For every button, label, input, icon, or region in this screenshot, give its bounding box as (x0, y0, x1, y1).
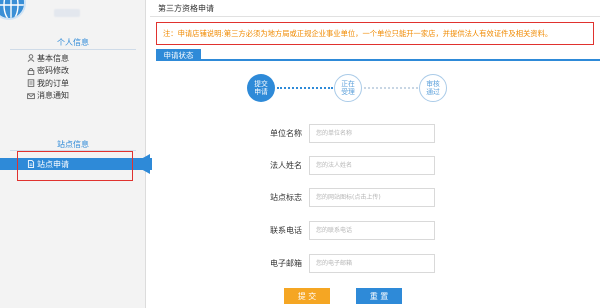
site-info-title: 站点信息 (57, 140, 89, 149)
legal-person-input[interactable] (309, 156, 435, 175)
main-content: 第三方资格申请 注：申请店铺说明:第三方必须为地方局或正规企业事业单位，一个单位… (150, 0, 600, 308)
step-label: 申请 (254, 88, 268, 96)
sidebar-item-password[interactable]: 密码修改 (26, 65, 69, 78)
sidebar-item-label: 消息通知 (37, 91, 69, 101)
notice-text: 注：申请店铺说明:第三方必须为地方局或正规企业事业单位，一个单位只能开一家店，并… (163, 28, 553, 38)
active-arrow (132, 154, 150, 174)
step-connector (277, 87, 333, 89)
submit-button[interactable]: 提 交 (284, 288, 330, 304)
company-name-input[interactable] (309, 124, 435, 143)
status-tab-bar: 申请状态 (156, 49, 600, 61)
lock-icon (26, 66, 35, 75)
divider (10, 49, 136, 50)
notice-box: 注：申请店铺说明:第三方必须为地方局或正规企业事业单位，一个单位只能开一家店，并… (156, 22, 594, 45)
globe-icon (0, 0, 24, 18)
sidebar-item-messages[interactable]: 消息通知 (26, 90, 69, 103)
email-input[interactable] (309, 254, 435, 273)
step-processing: 正在 受理 (334, 74, 362, 102)
personal-info-title: 个人信息 (57, 38, 89, 47)
step-label: 审核 (426, 80, 440, 88)
step-label: 通过 (426, 88, 440, 96)
step-connector (364, 87, 418, 89)
step-label: 提交 (254, 80, 268, 88)
step-submit: 提交 申请 (247, 74, 275, 102)
field-label: 联系电话 (270, 226, 302, 235)
sidebar-item-label: 我的订单 (37, 78, 69, 88)
avatar[interactable] (0, 0, 26, 20)
sidebar-item-basic-info[interactable]: 基本信息 (26, 52, 69, 65)
sidebar-item-label: 密码修改 (37, 66, 69, 76)
mail-icon (26, 91, 35, 100)
site-logo-upload[interactable] (309, 188, 435, 207)
divider (150, 16, 600, 17)
page-title: 第三方资格申请 (158, 4, 214, 13)
sidebar-item-label: 基本信息 (37, 53, 69, 63)
field-label: 单位名称 (270, 129, 302, 138)
step-label: 受理 (341, 88, 355, 96)
user-icon (26, 54, 35, 63)
step-approved: 审核 通过 (419, 74, 447, 102)
sidebar-item-orders[interactable]: 我的订单 (26, 77, 69, 90)
field-label: 电子邮箱 (270, 259, 302, 268)
personal-menu: 基本信息 密码修改 我的订单 消息通知 (26, 52, 69, 102)
site-menu: 站点申请 (0, 150, 152, 181)
tab-application-status[interactable]: 申请状态 (156, 49, 201, 61)
order-icon (26, 79, 35, 88)
profile-header (0, 0, 146, 30)
field-label: 站点标志 (270, 193, 302, 202)
step-label: 正在 (341, 80, 355, 88)
phone-input[interactable] (309, 221, 435, 240)
reset-button[interactable]: 重 置 (356, 288, 402, 304)
highlight-box (17, 151, 133, 181)
field-label: 法人姓名 (270, 161, 302, 170)
username-blurred (54, 9, 80, 17)
